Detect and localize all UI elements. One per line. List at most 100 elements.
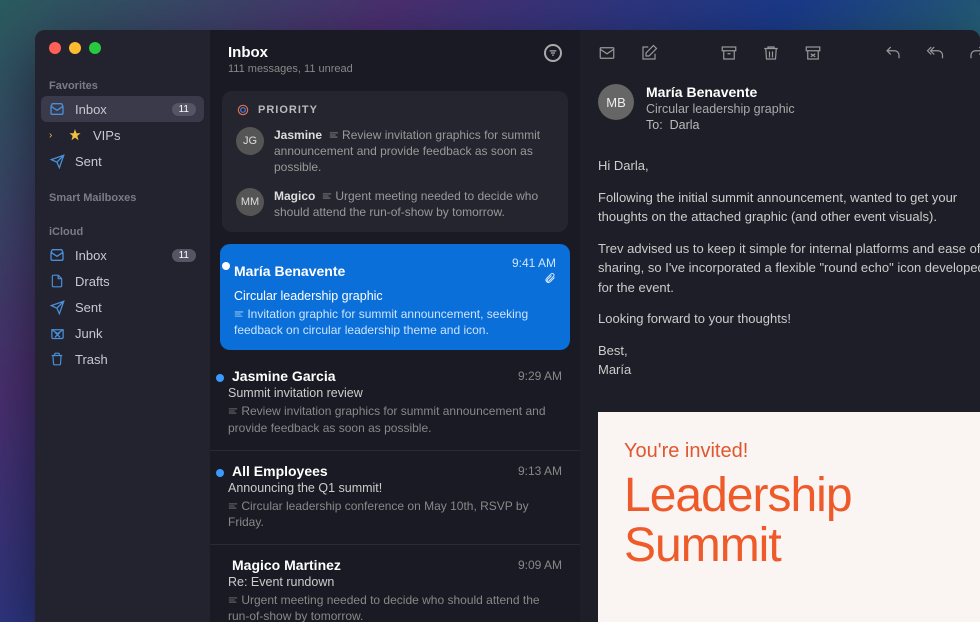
message-preview: Urgent meeting needed to decide who shou…	[228, 592, 562, 622]
nav-label: Sent	[75, 154, 196, 169]
sidebar: Favorites Inbox 11 › VIPs Sent Smart Mai…	[35, 30, 210, 622]
forward-icon[interactable]	[968, 44, 980, 62]
window-controls	[35, 42, 210, 72]
attachment-icon	[544, 272, 556, 287]
message-from: Magico Martinez	[232, 557, 341, 573]
section-icloud: iCloud	[35, 222, 210, 242]
trash-icon[interactable]	[762, 44, 780, 62]
inbox-icon	[49, 101, 65, 117]
message-preview: Invitation graphic for summit announceme…	[234, 306, 556, 338]
sidebar-item-sent[interactable]: Sent	[35, 148, 210, 174]
message-body: Hi Darla, Following the initial summit an…	[580, 146, 980, 402]
message-from: Jasmine Garcia	[232, 368, 336, 384]
sidebar-item-inbox[interactable]: Inbox 11	[41, 96, 204, 122]
priority-section: PRIORITY JG Jasmine Review invitation gr…	[222, 91, 568, 232]
drafts-icon	[49, 273, 65, 289]
message-preview: Circular leadership conference on May 10…	[228, 498, 562, 530]
compose-icon[interactable]	[640, 44, 658, 62]
body-paragraph: Looking forward to your thoughts!	[598, 309, 980, 329]
section-favorites: Favorites	[35, 76, 210, 96]
message-reader: MB María Benavente Circular leadership g…	[580, 30, 980, 622]
mailbox-subtitle: 111 messages, 11 unread	[228, 63, 353, 75]
invite-title: Leadership Summit	[624, 471, 978, 572]
message-item[interactable]: Magico Martinez 9:09 AM Re: Event rundown…	[210, 545, 580, 622]
sent-icon	[49, 153, 65, 169]
sidebar-item-drafts[interactable]: Drafts	[35, 268, 210, 294]
message-list: María Benavente 9:41 AM Circular leadersh…	[210, 238, 580, 622]
unread-dot	[216, 469, 224, 477]
sender-avatar: MB	[598, 84, 634, 120]
unread-dot	[222, 262, 230, 270]
nav-label: Inbox	[75, 102, 162, 117]
apple-intelligence-icon	[236, 103, 250, 117]
reply-all-icon[interactable]	[926, 44, 944, 62]
message-time: 9:13 AM	[518, 464, 562, 478]
message-time: 9:41 AM	[512, 256, 556, 270]
expand-icon: ›	[49, 130, 57, 141]
inbox-icon	[49, 247, 65, 263]
section-smart-mailboxes: Smart Mailboxes	[35, 188, 210, 208]
envelope-icon[interactable]	[598, 44, 616, 62]
avatar: JG	[236, 127, 264, 155]
message-item[interactable]: María Benavente 9:41 AM Circular leadersh…	[220, 244, 570, 350]
archive-icon[interactable]	[720, 44, 738, 62]
message-time: 9:29 AM	[518, 369, 562, 383]
nav-label: Inbox	[75, 248, 162, 263]
unread-dot	[216, 374, 224, 382]
message-subject: Circular leadership graphic	[646, 102, 795, 116]
message-time: 9:09 AM	[518, 558, 562, 572]
sent-icon	[49, 299, 65, 315]
priority-summary: Magico Urgent meeting needed to decide w…	[274, 188, 554, 220]
message-item[interactable]: Jasmine Garcia 9:29 AM Summit invitation …	[210, 356, 580, 450]
junk-icon[interactable]	[804, 44, 822, 62]
star-icon	[67, 127, 83, 143]
invite-kicker: You're invited!	[624, 440, 978, 463]
message-subject: Summit invitation review	[228, 386, 562, 400]
trash-icon	[49, 351, 65, 367]
sidebar-item-icloud-sent[interactable]: Sent	[35, 294, 210, 320]
reply-icon[interactable]	[884, 44, 902, 62]
message-to: To: Darla	[646, 118, 795, 132]
message-header: MB María Benavente Circular leadership g…	[580, 76, 980, 146]
maximize-window-button[interactable]	[89, 42, 101, 54]
sender-name: María Benavente	[646, 84, 795, 100]
nav-label: Sent	[75, 300, 196, 315]
priority-summary: Jasmine Review invitation graphics for s…	[274, 127, 554, 176]
mailbox-title: Inbox	[228, 44, 353, 61]
sidebar-item-trash[interactable]: Trash	[35, 346, 210, 372]
body-paragraph: Best,María	[598, 341, 980, 380]
priority-label: PRIORITY	[258, 104, 318, 116]
sidebar-item-junk[interactable]: Junk	[35, 320, 210, 346]
message-from: All Employees	[232, 463, 328, 479]
priority-item[interactable]: MM Magico Urgent meeting needed to decid…	[236, 188, 554, 220]
avatar: MM	[236, 188, 264, 216]
sidebar-item-vips[interactable]: › VIPs	[35, 122, 210, 148]
junk-icon	[49, 325, 65, 341]
nav-label: VIPs	[93, 128, 196, 143]
nav-label: Junk	[75, 326, 196, 341]
message-item[interactable]: All Employees 9:13 AM Announcing the Q1 s…	[210, 451, 580, 545]
message-from: María Benavente	[234, 263, 345, 279]
message-subject: Re: Event rundown	[228, 575, 562, 589]
unread-badge: 11	[172, 249, 196, 262]
message-subject: Announcing the Q1 summit!	[228, 481, 562, 495]
minimize-window-button[interactable]	[69, 42, 81, 54]
list-header: Inbox 111 messages, 11 unread	[210, 30, 580, 85]
mail-window: Favorites Inbox 11 › VIPs Sent Smart Mai…	[35, 30, 980, 622]
nav-label: Trash	[75, 352, 196, 367]
message-subject: Circular leadership graphic	[234, 289, 556, 303]
filter-button[interactable]	[544, 44, 562, 62]
priority-header: PRIORITY	[236, 103, 554, 117]
body-paragraph: Trev advised us to keep it simple for in…	[598, 239, 980, 298]
message-preview: Review invitation graphics for summit an…	[228, 403, 562, 435]
invite-attachment: You're invited! Leadership Summit	[598, 412, 980, 622]
priority-item[interactable]: JG Jasmine Review invitation graphics fo…	[236, 127, 554, 176]
message-list-column: Inbox 111 messages, 11 unread PRIORITY J…	[210, 30, 580, 622]
body-paragraph: Following the initial summit announcemen…	[598, 188, 980, 227]
nav-label: Drafts	[75, 274, 196, 289]
sidebar-item-icloud-inbox[interactable]: Inbox 11	[35, 242, 210, 268]
unread-badge: 11	[172, 103, 196, 116]
reader-toolbar	[580, 30, 980, 76]
close-window-button[interactable]	[49, 42, 61, 54]
body-paragraph: Hi Darla,	[598, 156, 980, 176]
